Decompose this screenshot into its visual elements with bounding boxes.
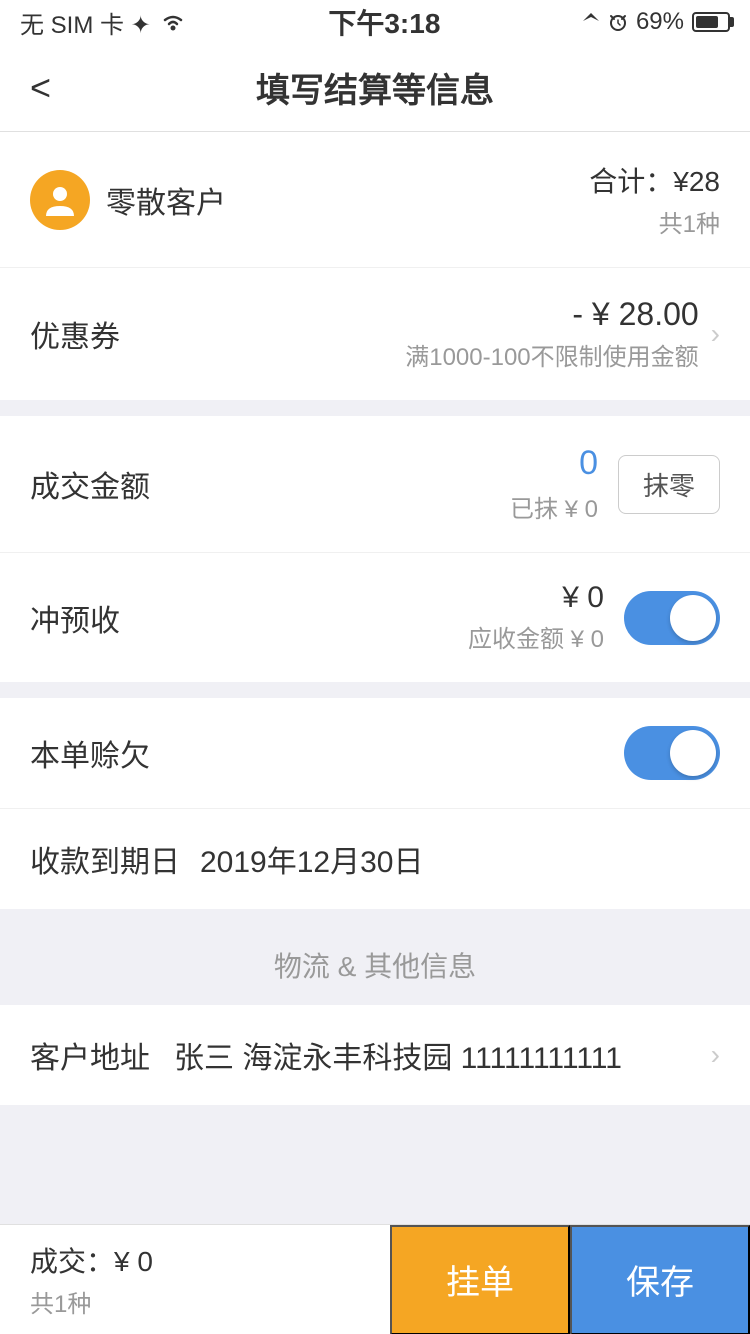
toggle-knob bbox=[670, 595, 716, 641]
customer-name: 零散客户 bbox=[106, 178, 226, 222]
save-button[interactable]: 保存 bbox=[570, 1225, 750, 1334]
deal-amount-value[interactable]: 0 bbox=[510, 444, 598, 483]
due-date-value[interactable]: 2019年12月30日 bbox=[200, 837, 423, 881]
status-time: 下午3:18 bbox=[328, 2, 440, 42]
coupon-info: - ¥ 28.00 满1000-100不限制使用金额 bbox=[405, 296, 698, 372]
person-icon bbox=[42, 182, 78, 218]
location-icon bbox=[582, 12, 600, 32]
prepay-row: 冲预收 ¥ 0 应收金额 ¥ 0 bbox=[0, 553, 750, 682]
prepay-right: ¥ 0 应收金额 ¥ 0 bbox=[468, 581, 720, 654]
address-label: 客户地址 bbox=[30, 1033, 150, 1077]
debt-section: 本单赊欠 收款到期日 2019年12月30日 bbox=[0, 698, 750, 909]
battery-percent: 69% bbox=[636, 8, 684, 36]
prepay-label: 冲预收 bbox=[30, 596, 120, 640]
deal-label: 成交： bbox=[30, 1246, 114, 1277]
wifi-icon bbox=[159, 12, 187, 32]
customer-right: 合计：¥28 共1种 bbox=[589, 160, 720, 239]
debt-toggle-knob bbox=[670, 730, 716, 776]
coupon-right: - ¥ 28.00 满1000-100不限制使用金额 › bbox=[405, 296, 720, 372]
coupon-label: 优惠券 bbox=[30, 312, 120, 356]
logistics-divider: 物流 & 其他信息 bbox=[0, 925, 750, 1005]
status-left: 无 SIM 卡 ✦ bbox=[20, 5, 187, 40]
battery-icon bbox=[692, 12, 730, 32]
deal-amount: ¥ 0 bbox=[114, 1246, 153, 1277]
page-title: 填写结算等信息 bbox=[256, 63, 494, 112]
prepay-toggle[interactable] bbox=[624, 591, 720, 645]
bottom-count: 共1种 bbox=[30, 1284, 360, 1319]
alarm-icon bbox=[608, 12, 628, 32]
nav-bar: < 填写结算等信息 bbox=[0, 44, 750, 132]
debt-row: 本单赊欠 bbox=[0, 698, 750, 809]
customer-row: 零散客户 合计：¥28 共1种 bbox=[0, 132, 750, 267]
coupon-desc: 满1000-100不限制使用金额 bbox=[405, 337, 698, 372]
due-date-label: 收款到期日 bbox=[30, 837, 180, 881]
sim-label: 无 SIM 卡 ✦ bbox=[20, 5, 151, 40]
deal-amount-sub: 已抹 ¥ 0 bbox=[510, 489, 598, 524]
deal-amount-label: 成交金额 bbox=[30, 462, 150, 506]
deal-amount-row: 成交金额 0 已抹 ¥ 0 抹零 bbox=[0, 416, 750, 553]
debt-date-row: 收款到期日 2019年12月30日 bbox=[0, 809, 750, 909]
avatar bbox=[30, 170, 90, 230]
prepay-info: ¥ 0 应收金额 ¥ 0 bbox=[468, 581, 604, 654]
status-right: 69% bbox=[582, 8, 730, 36]
deal-amount-right: 0 已抹 ¥ 0 抹零 bbox=[510, 444, 720, 524]
chevron-right-icon: › bbox=[711, 318, 720, 350]
status-bar: 无 SIM 卡 ✦ 下午3:18 69% bbox=[0, 0, 750, 44]
address-chevron-icon: › bbox=[711, 1039, 720, 1071]
logistics-section: 客户地址 张三 海淀永丰科技园 11111111111 › bbox=[0, 1005, 750, 1105]
bottom-deal-amount: 成交：¥ 0 bbox=[30, 1240, 360, 1280]
address-row[interactable]: 客户地址 张三 海淀永丰科技园 11111111111 › bbox=[0, 1005, 750, 1105]
debt-label: 本单赊欠 bbox=[30, 731, 150, 775]
prepay-amount: ¥ 0 bbox=[468, 581, 604, 615]
customer-section: 零散客户 合计：¥28 共1种 优惠券 - ¥ 28.00 满1000-100不… bbox=[0, 132, 750, 400]
round-button[interactable]: 抹零 bbox=[618, 455, 720, 514]
pending-button[interactable]: 挂单 bbox=[390, 1225, 570, 1334]
debt-toggle[interactable] bbox=[624, 726, 720, 780]
bottom-bar: 成交：¥ 0 共1种 挂单 保存 bbox=[0, 1224, 750, 1334]
logistics-label: 物流 & 其他信息 bbox=[274, 951, 476, 982]
total-count: 共1种 bbox=[589, 204, 720, 239]
bottom-summary: 成交：¥ 0 共1种 bbox=[0, 1240, 390, 1319]
amount-col: 0 已抹 ¥ 0 bbox=[510, 444, 598, 524]
total-amount: 合计：¥28 bbox=[589, 160, 720, 200]
customer-left: 零散客户 bbox=[30, 170, 226, 230]
coupon-discount: - ¥ 28.00 bbox=[405, 296, 698, 333]
prepay-sub: 应收金额 ¥ 0 bbox=[468, 619, 604, 654]
deal-amount-section: 成交金额 0 已抹 ¥ 0 抹零 冲预收 ¥ 0 应收金额 ¥ 0 bbox=[0, 416, 750, 682]
address-value: 张三 海淀永丰科技园 11111111111 bbox=[174, 1033, 683, 1077]
back-button[interactable]: < bbox=[30, 67, 51, 109]
coupon-row[interactable]: 优惠券 - ¥ 28.00 满1000-100不限制使用金额 › bbox=[0, 267, 750, 400]
